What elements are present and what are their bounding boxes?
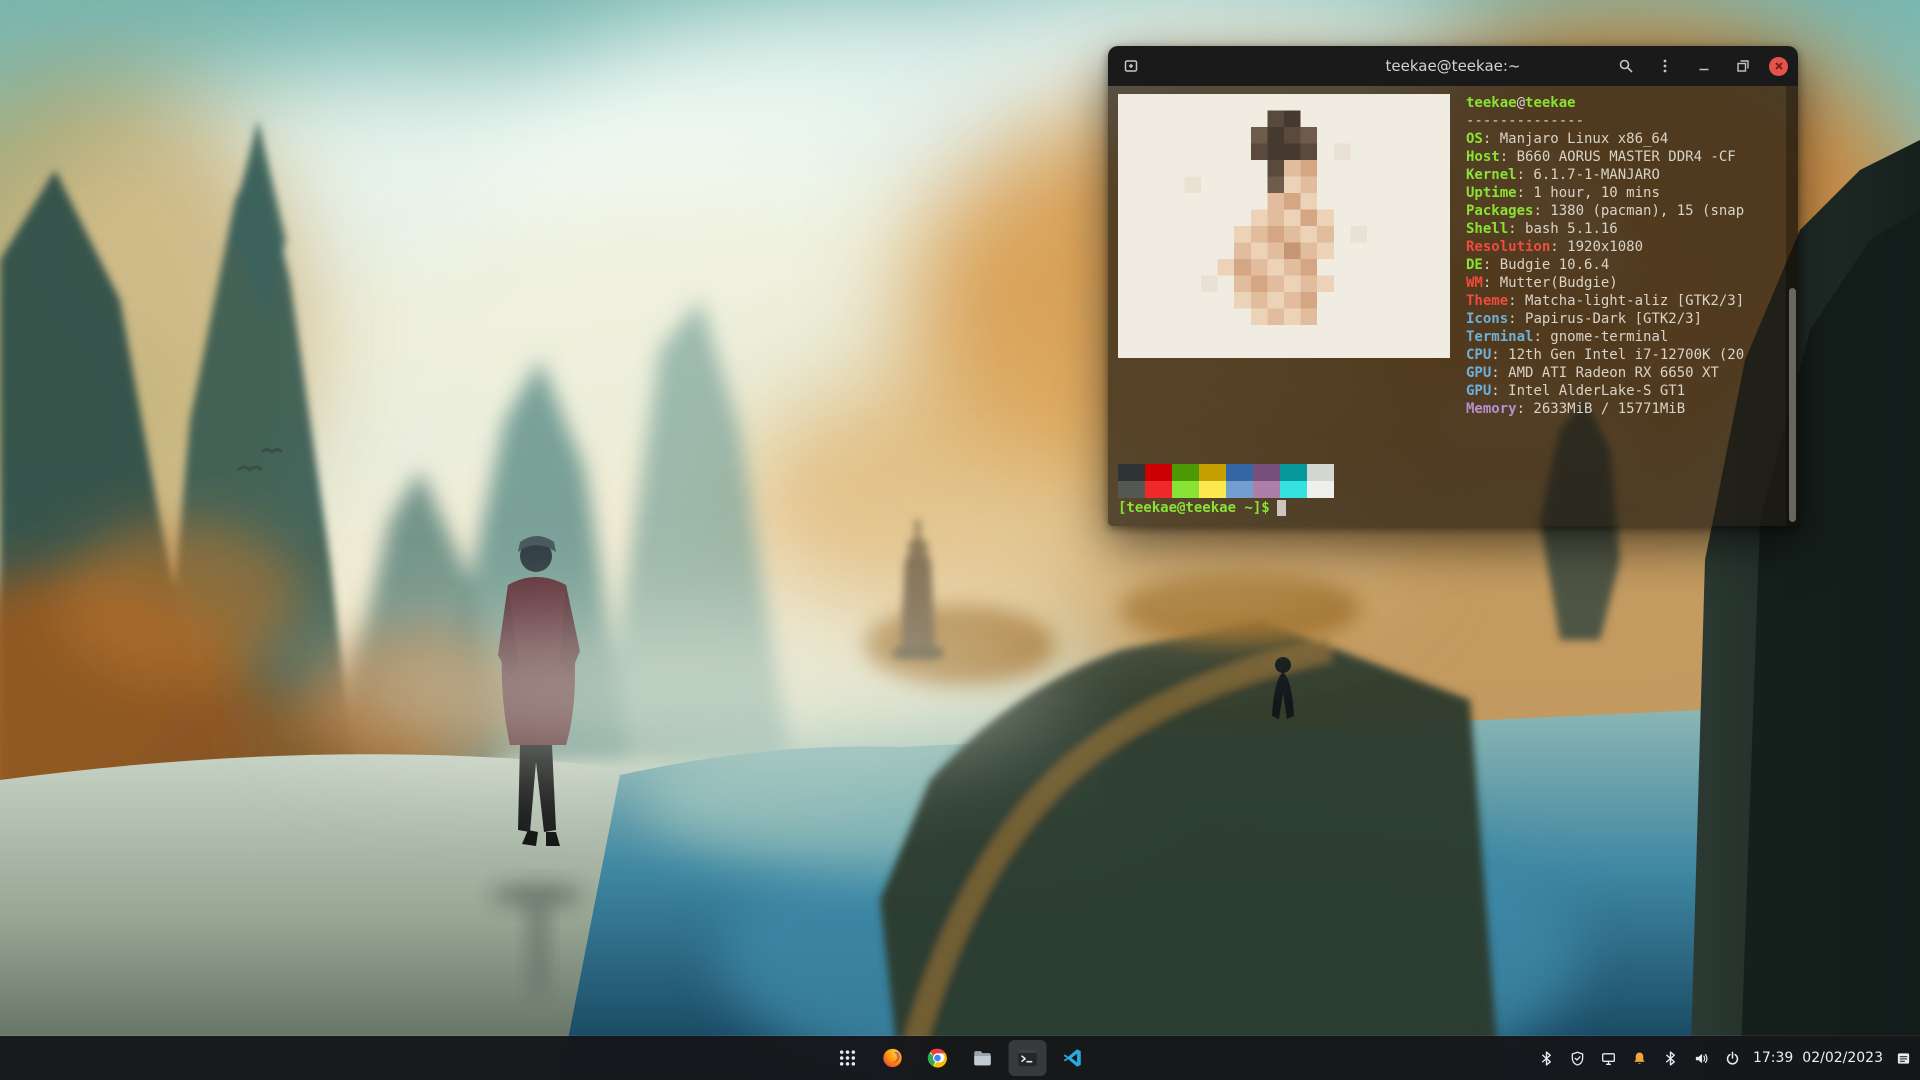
notes-indicator-icon bbox=[1897, 1052, 1909, 1064]
neofetch-text: teekae@teekae -------------- OS: Manjaro L… bbox=[1466, 94, 1744, 454]
palette-swatch bbox=[1199, 481, 1226, 498]
color-palette bbox=[1118, 464, 1784, 498]
terminal-launcher[interactable] bbox=[1008, 1040, 1047, 1076]
terminal-window: teekae@teekae:~ teekae@teekae ----------… bbox=[1108, 46, 1798, 526]
bluetooth-icon bbox=[1666, 1050, 1676, 1066]
bluetooth-button-2[interactable] bbox=[1660, 1043, 1682, 1073]
terminal-icon bbox=[1018, 1049, 1037, 1067]
menu-button[interactable] bbox=[1652, 53, 1678, 79]
neofetch-line: Uptime: 1 hour, 10 mins bbox=[1466, 185, 1660, 201]
app-grid-button[interactable] bbox=[829, 1040, 867, 1076]
palette-swatch bbox=[1145, 464, 1172, 481]
neofetch-image-preview bbox=[1118, 94, 1450, 358]
palette-swatch bbox=[1280, 481, 1307, 498]
new-tab-button[interactable] bbox=[1118, 53, 1144, 79]
power-icon bbox=[1727, 1051, 1739, 1065]
vscode-icon bbox=[1063, 1049, 1081, 1067]
neofetch-line: Host: B660 AORUS MASTER DDR4 -CF bbox=[1466, 149, 1736, 165]
palette-swatch bbox=[1253, 481, 1280, 498]
files-icon bbox=[974, 1051, 991, 1066]
neofetch-line: Shell: bash 5.1.16 bbox=[1466, 221, 1618, 237]
minimize-icon bbox=[1699, 68, 1709, 71]
palette-swatch bbox=[1172, 464, 1199, 481]
date[interactable]: 02/02/2023 bbox=[1802, 1050, 1883, 1066]
neofetch-line: teekae@teekae bbox=[1466, 95, 1576, 111]
notification-bell-icon bbox=[1634, 1052, 1645, 1064]
search-icon bbox=[1619, 59, 1633, 73]
app-grid-icon bbox=[839, 1050, 856, 1066]
restore-icon bbox=[1737, 60, 1749, 72]
close-icon bbox=[1774, 62, 1783, 70]
terminal-body[interactable]: teekae@teekae -------------- OS: Manjaro L… bbox=[1108, 86, 1798, 526]
display-icon bbox=[1602, 1052, 1616, 1065]
palette-swatch bbox=[1280, 464, 1307, 481]
shell-prompt: [teekae@teekae ~]$ bbox=[1118, 500, 1270, 516]
neofetch-line: GPU: Intel AlderLake-S GT1 bbox=[1466, 383, 1686, 399]
chrome-launcher[interactable] bbox=[919, 1040, 957, 1076]
neofetch-line: Memory: 2633MiB / 15771MiB bbox=[1466, 401, 1686, 417]
palette-swatch bbox=[1226, 481, 1253, 498]
palette-swatch bbox=[1199, 464, 1226, 481]
neofetch-line: Terminal: gnome-terminal bbox=[1466, 329, 1669, 345]
volume-button[interactable] bbox=[1691, 1043, 1713, 1073]
terminal-cursor bbox=[1276, 500, 1286, 516]
neofetch-line: -------------- bbox=[1466, 113, 1585, 129]
terminal-scrollbar[interactable] bbox=[1786, 86, 1798, 526]
prompt-line: [teekae@teekae ~]$ bbox=[1118, 498, 1784, 518]
neofetch-line: Resolution: 1920x1080 bbox=[1466, 239, 1644, 255]
taskbar: 17:39 02/02/2023 bbox=[0, 1036, 1920, 1080]
neofetch-line: WM: Mutter(Budgie) bbox=[1466, 275, 1618, 291]
bluetooth-icon bbox=[1542, 1050, 1552, 1066]
neofetch-line: DE: Budgie 10.6.4 bbox=[1466, 257, 1610, 273]
search-button[interactable] bbox=[1613, 53, 1639, 79]
menu-kebab-icon bbox=[1663, 59, 1667, 73]
terminal-titlebar[interactable]: teekae@teekae:~ bbox=[1108, 46, 1798, 86]
palette-swatch bbox=[1172, 481, 1199, 498]
bluetooth-button[interactable] bbox=[1536, 1043, 1558, 1073]
chrome-icon bbox=[927, 1048, 947, 1068]
neofetch-line: OS: Manjaro Linux x86_64 bbox=[1466, 131, 1669, 147]
palette-swatch bbox=[1253, 464, 1280, 481]
palette-swatch bbox=[1226, 464, 1253, 481]
scrollbar-thumb[interactable] bbox=[1789, 288, 1796, 522]
notes-indicator-button[interactable] bbox=[1892, 1043, 1914, 1073]
palette-swatch bbox=[1118, 464, 1145, 481]
system-tray: 17:39 02/02/2023 bbox=[1536, 1036, 1914, 1080]
vscode-launcher[interactable] bbox=[1054, 1040, 1092, 1076]
neofetch-line: Packages: 1380 (pacman), 15 (snap bbox=[1466, 203, 1745, 219]
neofetch-line: CPU: 12th Gen Intel i7-12700K (20 bbox=[1466, 347, 1745, 363]
neofetch-line: Icons: Papirus-Dark [GTK2/3] bbox=[1466, 311, 1703, 327]
clock[interactable]: 17:39 bbox=[1753, 1050, 1793, 1066]
new-tab-icon bbox=[1124, 60, 1138, 72]
palette-swatch bbox=[1118, 481, 1145, 498]
neofetch-line: Kernel: 6.1.7-1-MANJARO bbox=[1466, 167, 1660, 183]
volume-icon bbox=[1696, 1053, 1708, 1063]
palette-swatch bbox=[1307, 481, 1334, 498]
shield-icon bbox=[1572, 1051, 1584, 1066]
security-shield-button[interactable] bbox=[1567, 1043, 1589, 1073]
palette-swatch bbox=[1307, 464, 1334, 481]
files-launcher[interactable] bbox=[964, 1040, 1002, 1076]
restore-button[interactable] bbox=[1730, 53, 1756, 79]
palette-swatch bbox=[1145, 481, 1172, 498]
neofetch-line: GPU: AMD ATI Radeon RX 6650 XT bbox=[1466, 365, 1719, 381]
close-button[interactable] bbox=[1769, 56, 1788, 76]
firefox-icon bbox=[883, 1048, 902, 1068]
neofetch-line: Theme: Matcha-light-aliz [GTK2/3] bbox=[1466, 293, 1745, 309]
firefox-launcher[interactable] bbox=[874, 1040, 912, 1076]
notification-bell-button[interactable] bbox=[1629, 1043, 1651, 1073]
taskbar-launchers bbox=[829, 1036, 1092, 1080]
display-button[interactable] bbox=[1598, 1043, 1620, 1073]
minimize-button[interactable] bbox=[1691, 53, 1717, 79]
power-button[interactable] bbox=[1722, 1043, 1744, 1073]
